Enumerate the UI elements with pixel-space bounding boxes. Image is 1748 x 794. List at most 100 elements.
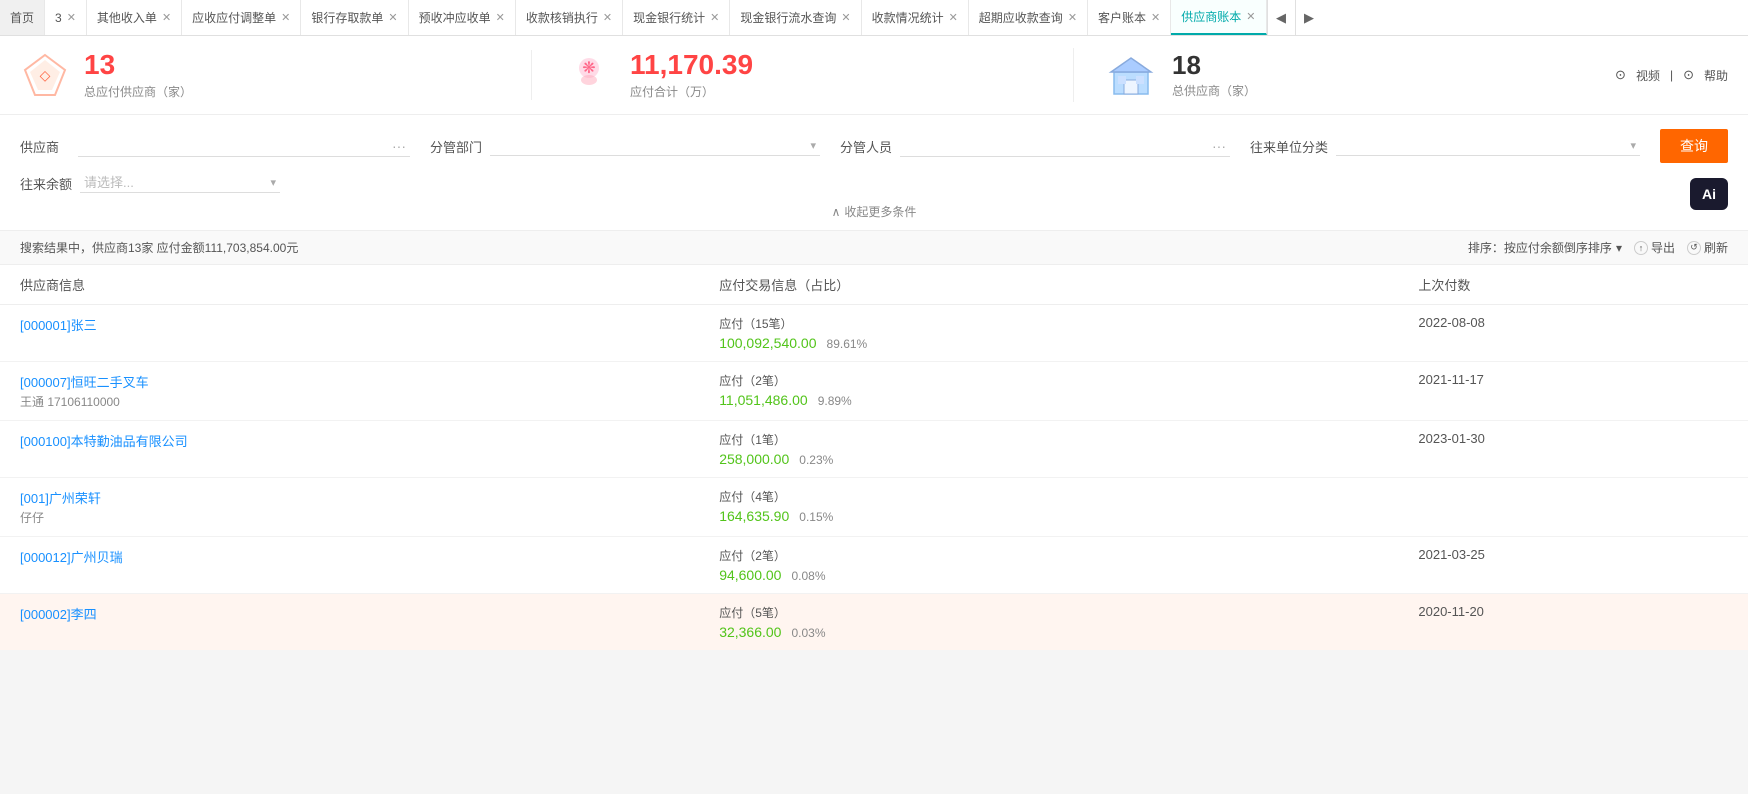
pay-amount-value: 164,635.90 [719,508,789,524]
search-area: 供应商 ··· 分管部门 ▾ 分管人员 ··· 往来单位分类 [0,115,1748,231]
pay-amount-row: 164,635.900.15% [719,508,1378,524]
collapse-btn[interactable]: ∧ 收起更多条件 [832,203,917,220]
nav-tab-cash-bank-flow-label: 现金银行流水查询 [740,9,836,26]
result-bar: 搜索结果中，供应商13家 应付金额111,703,854.00元 排序：按应付余… [0,231,1748,265]
nav-tab-bank-deposit-close[interactable]: ✕ [388,11,397,24]
supplier-link[interactable]: [000100]本特勤油品有限公司 [20,434,188,449]
nav-arrow-right[interactable]: ▶ [1295,0,1323,35]
table-cell-transactions: 应付（4笔） 164,635.900.15% [699,478,1398,537]
pay-count-label: 应付（4笔） [719,488,1378,505]
nav-tab-cash-bank-stat[interactable]: 现金银行统计 ✕ [623,0,730,35]
nav-tab-supplier-ledger-close[interactable]: ✕ [1246,10,1255,23]
refresh-icon: ↺ [1687,241,1701,255]
person-dots-btn[interactable]: ··· [1212,138,1226,154]
nav-tab-other-income-close[interactable]: ✕ [162,11,171,24]
right-tools: 排序：按应付余额倒序排序 ▾ ↑ 导出 ↺ 刷新 [1468,239,1728,256]
dept-input[interactable] [494,138,810,153]
table-row: [001]广州荣轩仔仔 应付（4笔） 164,635.900.15% [0,478,1748,537]
pay-percent-value: 9.89% [818,394,852,408]
pay-percent-value: 0.08% [791,569,825,583]
nav-tab-other-income-label: 其他收入单 [97,9,157,26]
supplier-link[interactable]: [000002]李四 [20,607,97,622]
result-summary: 搜索结果中，供应商13家 应付金额111,703,854.00元 [20,239,298,256]
pay-amount-value: 94,600.00 [719,567,781,583]
table-header: 供应商信息 应付交易信息（占比） 上次付数 [0,265,1748,305]
nav-tab-payment-exec[interactable]: 收款核销执行 ✕ [516,0,623,35]
export-btn[interactable]: ↑ 导出 [1634,239,1675,256]
nav-tab-other-income[interactable]: 其他收入单 ✕ [87,0,182,35]
nav-arrow-left[interactable]: ◀ [1267,0,1295,35]
nav-tab-3[interactable]: 3 ✕ [45,0,87,35]
dept-input-wrapper: ▾ [490,136,820,156]
table-cell-transactions: 应付（2笔） 94,600.00 0.08% [699,537,1398,594]
refresh-label: 刷新 [1704,239,1728,256]
balance-dropdown-icon[interactable]: ▾ [270,176,276,189]
pay-amount-row: 94,600.00 0.08% [719,567,1378,583]
table-cell-last-pay [1398,478,1748,537]
nav-tab-payment-stat[interactable]: 收款情况统计 ✕ [862,0,969,35]
stat-total-suppliers-label: 总供应商（家） [1172,82,1256,99]
nav-tab-ar-ap-adjust[interactable]: 应收应付调整单 ✕ [182,0,301,35]
person-input[interactable] [904,138,1208,153]
search-field-person: 分管人员 ··· [840,136,1230,157]
nav-tab-customer-ledger-close[interactable]: ✕ [1151,11,1160,24]
pay-amount-value: 100,092,540.00 [719,335,816,351]
col-header-supplier: 供应商信息 [0,265,699,305]
supplier-sub-info: 仔仔 [20,509,679,526]
nav-tab-cash-bank-flow-close[interactable]: ✕ [841,11,850,24]
pay-count-label: 应付（1笔） [719,431,1378,448]
table-cell-last-pay: 2022-08-08 [1398,305,1748,362]
nav-tab-customer-ledger[interactable]: 客户账本 ✕ [1088,0,1171,35]
stat-ap-suppliers: ◇ 13 总应付供应商（家） [20,50,532,100]
nav-tab-cash-bank-flow[interactable]: 现金银行流水查询 ✕ [730,0,861,35]
pay-amount-row: 100,092,540.0089.61% [719,335,1378,351]
search-field-supplier: 供应商 ··· [20,136,410,157]
top-right-links: ⊙ 视频 | ⊙ 帮助 [1615,67,1728,84]
nav-tab-ar-ap-adjust-close[interactable]: ✕ [281,11,290,24]
supplier-input[interactable] [82,138,388,153]
unit-class-dropdown-icon[interactable]: ▾ [1630,139,1636,152]
collapse-label: 收起更多条件 [844,203,916,220]
nav-tab-home-label: 首页 [10,9,34,26]
table-row: [000002]李四应付（5笔）32,366.000.03%2020-11-20 [0,594,1748,651]
ai-badge[interactable]: Ai [1690,178,1728,210]
supplier-dots-btn[interactable]: ··· [392,138,406,154]
nav-tab-prepay[interactable]: 预收冲应收单 ✕ [409,0,516,35]
nav-tab-overdue-close[interactable]: ✕ [1068,11,1077,24]
table-cell-supplier: [001]广州荣轩仔仔 [0,478,699,537]
pay-count-label: 应付（2笔） [719,547,1378,564]
balance-input[interactable] [84,175,270,190]
video-icon: ⊙ [1615,67,1626,83]
nav-tab-home[interactable]: 首页 [0,0,45,35]
table-cell-supplier: [000007]恒旺二手叉车王通 17106110000 [0,362,699,421]
nav-tab-prepay-close[interactable]: ✕ [496,11,505,24]
nav-tab-overdue[interactable]: 超期应收款查询 ✕ [969,0,1088,35]
supplier-link[interactable]: [000001]张三 [20,318,97,333]
dept-label: 分管部门 [430,137,482,156]
help-icon: ⊙ [1683,67,1694,83]
stat-ap-total-text: 11,170.39 应付合计（万） [630,51,753,100]
person-input-wrapper: ··· [900,136,1230,157]
nav-tab-3-close[interactable]: ✕ [67,11,76,24]
sort-btn[interactable]: 排序：按应付余额倒序排序 ▾ [1468,239,1622,256]
pay-amount-value: 11,051,486.00 [719,392,808,408]
nav-tab-payment-exec-close[interactable]: ✕ [603,11,612,24]
pay-percent-value: 0.23% [799,453,833,467]
dept-dropdown-icon[interactable]: ▾ [810,139,816,152]
nav-tab-supplier-ledger[interactable]: 供应商账本 ✕ [1171,0,1266,35]
supplier-table: 供应商信息 应付交易信息（占比） 上次付数 [000001]张三应付（15笔）1… [0,265,1748,650]
supplier-link[interactable]: [000007]恒旺二手叉车 [20,375,149,390]
nav-tab-payment-stat-close[interactable]: ✕ [949,11,958,24]
nav-tab-cash-bank-stat-close[interactable]: ✕ [710,11,719,24]
supplier-link[interactable]: [000012]广州贝瑞 [20,550,123,565]
nav-tab-bank-deposit[interactable]: 银行存取款单 ✕ [301,0,408,35]
help-link[interactable]: 帮助 [1704,67,1728,84]
stat-ap-total: ❋ 11,170.39 应付合计（万） [562,48,1074,102]
unit-class-input[interactable] [1340,138,1630,153]
refresh-btn[interactable]: ↺ 刷新 [1687,239,1728,256]
supplier-link[interactable]: [001]广州荣轩 [20,491,101,506]
table-cell-transactions: 应付（1笔）258,000.000.23% [699,421,1398,478]
video-link[interactable]: 视频 [1636,67,1660,84]
query-button[interactable]: 查询 [1660,129,1728,163]
table-cell-last-pay: 2021-11-17 [1398,362,1748,421]
